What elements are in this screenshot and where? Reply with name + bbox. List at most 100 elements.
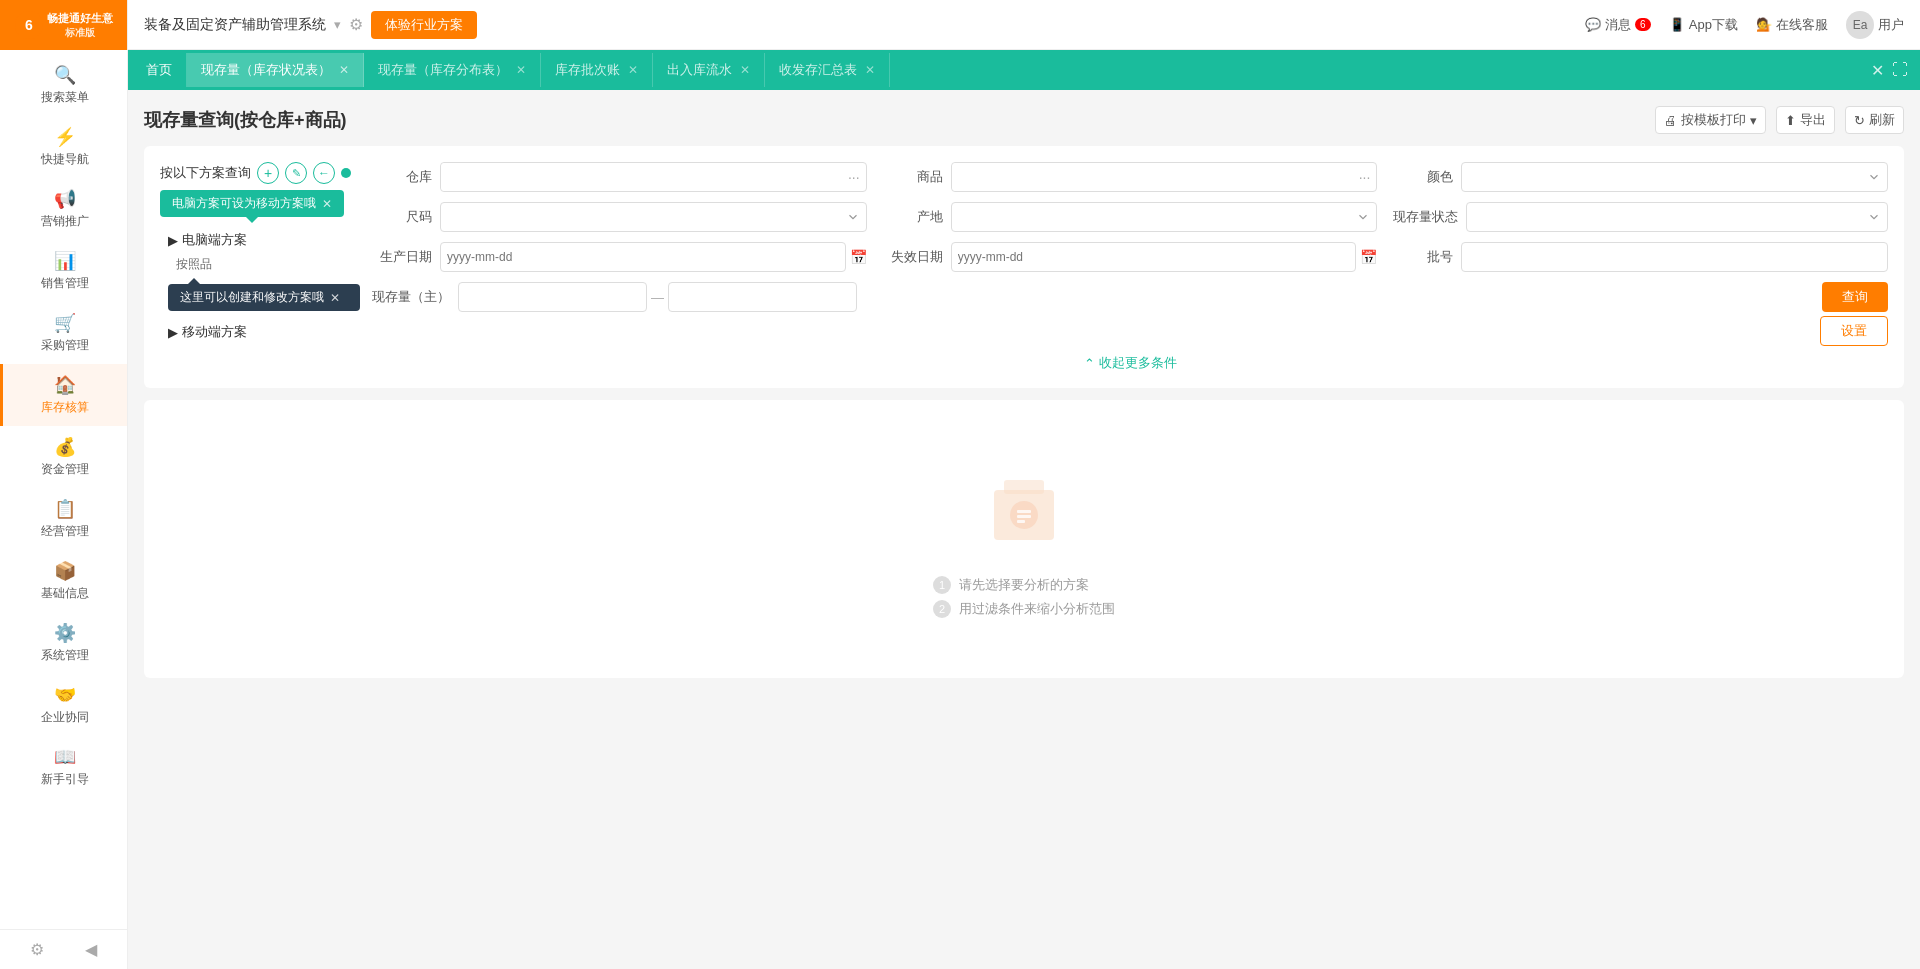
message-btn[interactable]: 💬 消息 6 — [1585, 16, 1651, 34]
filter-stock-qty: 现存量（主） — — [372, 282, 857, 312]
step2-label: 用过滤条件来缩小分析范围 — [959, 600, 1115, 618]
filter-label: 按以下方案查询 — [160, 164, 251, 182]
tab-close-all-icon[interactable]: ✕ — [1871, 61, 1884, 80]
sidebar-item-base[interactable]: 📦 基础信息 — [0, 550, 127, 612]
collapse-btn[interactable]: ⌃ 收起更多条件 — [1084, 354, 1177, 372]
tab-inventory-dist-close[interactable]: ✕ — [516, 63, 526, 77]
scheme-desktop-toggle[interactable]: ▶ 电脑端方案 — [160, 227, 360, 253]
sidebar-item-sales[interactable]: 📊 销售管理 — [0, 240, 127, 302]
tab-home[interactable]: 首页 — [132, 53, 187, 87]
user-btn[interactable]: Ea 用户 — [1846, 11, 1904, 39]
edit-scheme-btn[interactable]: ✎ — [285, 162, 307, 184]
sidebar-item-finance[interactable]: 💰 资金管理 — [0, 426, 127, 488]
scheme-mobile-toggle[interactable]: ▶ 移动端方案 — [160, 319, 360, 345]
goods-input[interactable] — [952, 163, 1353, 191]
search-icon: 🔍 — [54, 64, 76, 86]
tooltips-area: 电脑方案可设为移动方案哦 ✕ — [160, 190, 360, 217]
system-name: 装备及固定资产辅助管理系统 — [144, 16, 326, 34]
base-icon: 📦 — [54, 560, 76, 582]
prod-date-input[interactable] — [440, 242, 846, 272]
tab-inventory-status[interactable]: 现存量（库存状况表） ✕ — [187, 53, 364, 87]
collapse-arrow-icon: ⌃ — [1084, 356, 1095, 371]
stock-status-select[interactable] — [1466, 202, 1888, 232]
sidebar-item-search-label: 搜索菜单 — [41, 89, 89, 106]
prod-date-calendar-icon[interactable]: 📅 — [850, 249, 867, 265]
collapse-sidebar-icon[interactable]: ◀ — [85, 940, 97, 959]
sidebar-item-corp[interactable]: 🤝 企业协同 — [0, 674, 127, 736]
app-download-label: App下载 — [1689, 16, 1738, 34]
operations-icon: 📋 — [54, 498, 76, 520]
tab-inventory-dist[interactable]: 现存量（库存分布表） ✕ — [364, 53, 541, 87]
sidebar-item-inventory[interactable]: 🏠 库存核算 — [0, 364, 127, 426]
empty-illustration — [974, 460, 1074, 560]
export-btn[interactable]: ⬆ 导出 — [1776, 106, 1835, 134]
tab-recv-close[interactable]: ✕ — [865, 63, 875, 77]
tab-batch-close[interactable]: ✕ — [628, 63, 638, 77]
app-download-btn[interactable]: 📱 App下载 — [1669, 16, 1738, 34]
sidebar-item-system[interactable]: ⚙️ 系统管理 — [0, 612, 127, 674]
tab-inventory-status-close[interactable]: ✕ — [339, 63, 349, 77]
scheme-desktop-group: ▶ 电脑端方案 按照品 — [160, 227, 360, 276]
print-btn[interactable]: 🖨 按模板打印 ▾ — [1655, 106, 1766, 134]
tab-recv[interactable]: 收发存汇总表 ✕ — [765, 53, 890, 87]
finance-icon: 💰 — [54, 436, 76, 458]
refresh-btn[interactable]: ↻ 刷新 — [1845, 106, 1904, 134]
sidebar-item-search[interactable]: 🔍 搜索菜单 — [0, 54, 127, 116]
scheme-desktop-item-1[interactable]: 按照品 — [160, 253, 360, 276]
sidebar-item-nav[interactable]: ⚡ 快捷导航 — [0, 116, 127, 178]
sidebar-item-purchase-label: 采购管理 — [41, 337, 89, 354]
tab-batch-label: 库存批次账 — [555, 61, 620, 79]
nav-icon: ⚡ — [54, 126, 76, 148]
top-header: 装备及固定资产辅助管理系统 ▾ ⚙ 体验行业方案 💬 消息 6 📱 App下载 … — [128, 0, 1920, 50]
add-scheme-btn[interactable]: + — [257, 162, 279, 184]
stock-qty-min[interactable] — [458, 282, 647, 312]
stock-qty-max[interactable] — [668, 282, 857, 312]
tab-fullscreen-icon[interactable]: ⛶ — [1892, 61, 1908, 79]
sidebar-nav: 🔍 搜索菜单 ⚡ 快捷导航 📢 营销推广 📊 销售管理 🛒 采购管理 🏠 库存核… — [0, 50, 127, 929]
refresh-icon: ↻ — [1854, 113, 1865, 128]
batch-input[interactable] — [1461, 242, 1888, 272]
tab-recv-label: 收发存汇总表 — [779, 61, 857, 79]
expiry-date-calendar-icon[interactable]: 📅 — [1360, 249, 1377, 265]
color-select[interactable] — [1461, 162, 1888, 192]
svg-rect-7 — [1017, 520, 1025, 523]
goods-dots-icon[interactable]: ··· — [1353, 169, 1377, 185]
color-label: 颜色 — [1393, 168, 1453, 186]
filter-fields: 仓库 ··· 商品 ··· — [372, 162, 1888, 372]
tab-bar: 首页 现存量（库存状况表） ✕ 现存量（库存分布表） ✕ 库存批次账 ✕ 出入库… — [128, 50, 1920, 90]
tab-inout-close[interactable]: ✕ — [740, 63, 750, 77]
tab-inventory-dist-label: 现存量（库存分布表） — [378, 61, 508, 79]
warehouse-dots-icon[interactable]: ··· — [842, 169, 866, 185]
sidebar-bottom: ⚙ ◀ — [0, 929, 127, 969]
stock-qty-label: 现存量（主） — [372, 288, 450, 306]
search-btn[interactable]: 查询 — [1822, 282, 1888, 312]
sidebar-item-guide[interactable]: 📖 新手引导 — [0, 736, 127, 798]
filter-header: 按以下方案查询 + ✎ ← — [160, 162, 360, 184]
tab-batch[interactable]: 库存批次账 ✕ — [541, 53, 653, 87]
sidebar-item-nav-label: 快捷导航 — [41, 151, 89, 168]
settings-gear-icon[interactable]: ⚙ — [349, 15, 363, 34]
online-service-btn[interactable]: 💁 在线客服 — [1756, 16, 1828, 34]
sidebar-item-marketing[interactable]: 📢 营销推广 — [0, 178, 127, 240]
tooltip2-close[interactable]: ✕ — [330, 291, 340, 305]
settings-icon[interactable]: ⚙ — [30, 940, 44, 959]
filter-row-1: 仓库 ··· 商品 ··· — [372, 162, 1888, 192]
reset-btn[interactable]: 设置 — [1820, 316, 1888, 346]
sidebar-item-sales-label: 销售管理 — [41, 275, 89, 292]
expiry-date-input[interactable] — [951, 242, 1357, 272]
sidebar-item-purchase[interactable]: 🛒 采购管理 — [0, 302, 127, 364]
import-scheme-btn[interactable]: ← — [313, 162, 335, 184]
filter-panel: 按以下方案查询 + ✎ ← 电脑方案可设为移动方案哦 ✕ — [144, 146, 1904, 388]
origin-select[interactable] — [951, 202, 1378, 232]
tooltip1-close[interactable]: ✕ — [322, 197, 332, 211]
sidebar-item-operations[interactable]: 📋 经营管理 — [0, 488, 127, 550]
svg-rect-3 — [1004, 480, 1044, 494]
trial-btn[interactable]: 体验行业方案 — [371, 11, 477, 39]
warehouse-input[interactable] — [441, 163, 842, 191]
page-title: 现存量查询(按仓库+商品) — [144, 108, 347, 132]
page-actions: 🖨 按模板打印 ▾ ⬆ 导出 ↻ 刷新 — [1655, 106, 1904, 134]
svg-rect-5 — [1017, 510, 1031, 513]
tab-inout[interactable]: 出入库流水 ✕ — [653, 53, 765, 87]
dropdown-arrow-icon[interactable]: ▾ — [334, 17, 341, 32]
size-select[interactable] — [440, 202, 867, 232]
